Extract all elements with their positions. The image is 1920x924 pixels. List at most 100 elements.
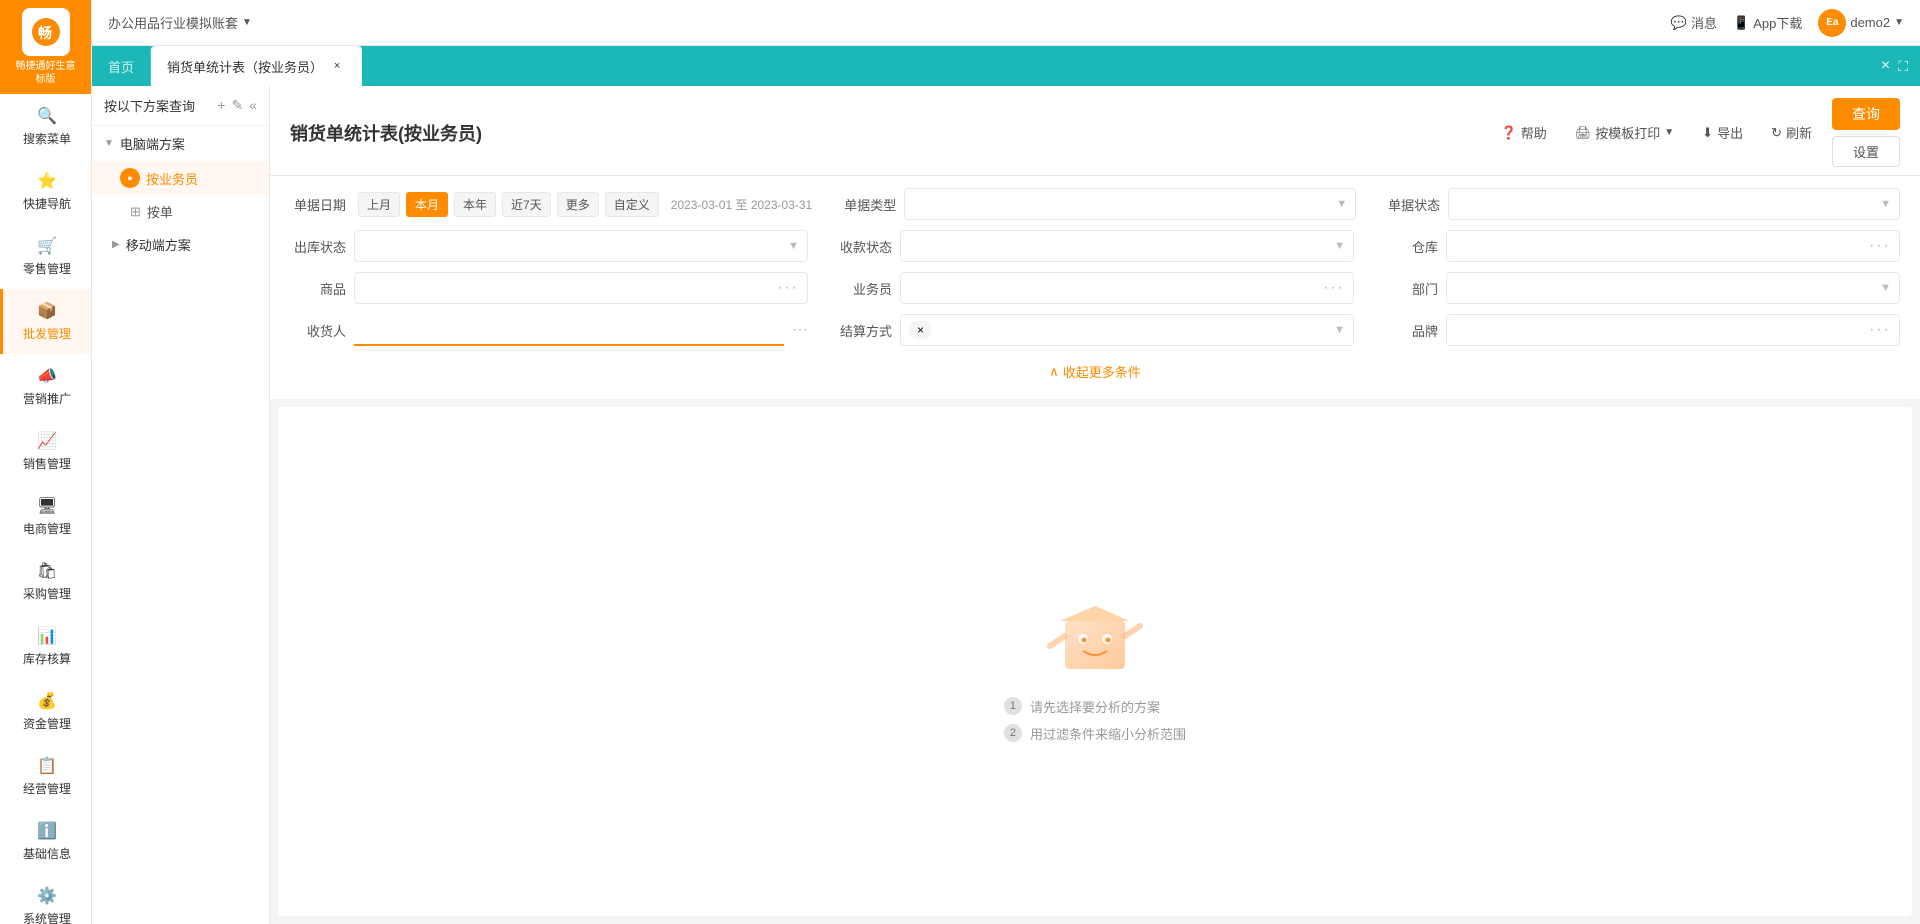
add-scheme-btn[interactable]: + xyxy=(217,97,225,114)
refresh-btn[interactable]: ↻ 刷新 xyxy=(1763,119,1820,146)
more-btn[interactable]: 更多 xyxy=(557,192,599,217)
left-panel-header: 按以下方案查询 + ✎ « xyxy=(92,86,269,126)
query-button[interactable]: 查询 xyxy=(1832,98,1900,130)
scheme-group-desktop-header[interactable]: ▼ 电脑端方案 xyxy=(92,126,269,161)
ecommerce-icon: 🖥 xyxy=(37,496,57,516)
last7-btn[interactable]: 近7天 xyxy=(502,192,551,217)
custom-btn[interactable]: 自定义 xyxy=(605,192,659,217)
salesperson-dots: ··· xyxy=(1323,279,1345,297)
sidebar-item-system[interactable]: ⚙️ 系统管理 xyxy=(0,874,91,924)
sidebar-item-finance[interactable]: 💰 资金管理 xyxy=(0,679,91,744)
last-month-btn[interactable]: 上月 xyxy=(358,192,400,217)
refresh-icon: ↻ xyxy=(1771,125,1782,141)
doc-status-select[interactable]: ▼ xyxy=(1448,188,1900,220)
dept-select[interactable]: ▼ xyxy=(1446,272,1900,304)
sidebar-item-sales[interactable]: 📈 销售管理 xyxy=(0,419,91,484)
message-btn[interactable]: 💬 消息 xyxy=(1671,13,1717,32)
empty-tip-1: 1 请先选择要分析的方案 xyxy=(1004,697,1186,716)
sidebar-item-operations[interactable]: 📋 经营管理 xyxy=(0,744,91,809)
export-btn[interactable]: ⬇ 导出 xyxy=(1694,119,1751,146)
user-name: demo2 xyxy=(1850,15,1890,30)
consignee-dots[interactable]: ··· xyxy=(792,321,808,339)
consignee-input[interactable] xyxy=(354,314,784,346)
out-status-label: 出库状态 xyxy=(290,237,346,256)
tab-expand-btn[interactable]: ⛶ xyxy=(1898,58,1908,75)
filter-row-1: 单据日期 上月 本月 本年 近7天 更多 自定义 2023-03-01 至 20… xyxy=(290,188,1900,220)
scheme-item-by-salesperson[interactable]: ● 按业务员 xyxy=(92,161,269,195)
purchase-icon: 🛍 xyxy=(37,561,57,581)
settings-button[interactable]: 设置 xyxy=(1832,136,1900,167)
sidebar-item-purchase[interactable]: 🛍 采购管理 xyxy=(0,549,91,614)
salesperson-select[interactable]: ··· xyxy=(900,272,1354,304)
collapse-text: 收起更多条件 xyxy=(1063,362,1141,381)
scheme-active-dot: ● xyxy=(120,168,140,188)
dept-label: 部门 xyxy=(1382,279,1438,298)
tab-bar-actions: × ⛶ xyxy=(1881,57,1920,75)
date-label: 单据日期 xyxy=(290,195,346,214)
tab-close-btn[interactable]: × xyxy=(329,58,345,74)
sidebar-item-inventory[interactable]: 📊 库存核算 xyxy=(0,614,91,679)
template-print-btn[interactable]: 🖨 按模板打印 ▼ xyxy=(1567,119,1682,146)
app-download-btn[interactable]: 📱 App下载 xyxy=(1733,13,1802,32)
sidebar-item-quick-nav[interactable]: ⭐ 快捷导航 xyxy=(0,159,91,224)
tip-num-1: 1 xyxy=(1004,697,1022,715)
mobile-group-label: 移动端方案 xyxy=(126,235,191,254)
goods-select[interactable]: ··· xyxy=(354,272,808,304)
brand-select[interactable]: ··· xyxy=(1446,314,1900,346)
edit-scheme-btn[interactable]: ✎ xyxy=(231,97,243,114)
settlement-label: 结算方式 xyxy=(836,321,892,340)
collapse-panel-btn[interactable]: « xyxy=(249,97,257,114)
collapse-icon: ∧ xyxy=(1049,364,1059,380)
out-status-select[interactable]: ▼ xyxy=(354,230,808,262)
filter-row-3: 商品 ··· 业务员 ··· 部门 xyxy=(290,272,1900,304)
sidebar-item-basic[interactable]: ℹ️ 基础信息 xyxy=(0,809,91,874)
scheme-item-by-order[interactable]: ⊞ 按单 xyxy=(92,195,269,228)
sidebar-item-wholesale[interactable]: 📦 批发管理 xyxy=(0,289,91,354)
tip-text-1: 请先选择要分析的方案 xyxy=(1030,697,1160,716)
user-chevron-icon: ▼ xyxy=(1894,17,1904,28)
collapse-filter-btn[interactable]: ∧ 收起更多条件 xyxy=(290,356,1900,387)
wholesale-icon: 📦 xyxy=(37,301,57,321)
quick-nav-icon: ⭐ xyxy=(37,171,57,191)
scheme-group-mobile-header[interactable]: ▶ 移动端方案 xyxy=(92,228,269,261)
tab-home[interactable]: 首页 xyxy=(92,46,151,86)
settlement-clear-icon: × xyxy=(917,323,924,337)
settlement-clear-tag[interactable]: × xyxy=(909,321,932,339)
app-download-icon: 📱 xyxy=(1733,15,1749,31)
sidebar-item-search[interactable]: 🔍 搜索菜单 xyxy=(0,94,91,159)
user-menu[interactable]: Ea demo2 ▼ xyxy=(1818,9,1904,37)
logo-area[interactable]: 畅 畅捷通好生意 标版 xyxy=(0,0,91,94)
tab-sales-stat[interactable]: 销货单统计表（按业务员） × xyxy=(151,46,362,86)
account-dropdown[interactable]: 办公用品行业模拟账套 ▼ xyxy=(108,13,252,32)
receipt-status-select[interactable]: ▼ xyxy=(900,230,1354,262)
tip-num-2: 2 xyxy=(1004,724,1022,742)
dept-arrow: ▼ xyxy=(1880,282,1891,294)
help-btn[interactable]: ❓ 帮助 xyxy=(1493,119,1555,146)
search-icon: 🔍 xyxy=(37,106,57,126)
sidebar-item-label: 经营管理 xyxy=(23,780,71,797)
sidebar-item-label: 批发管理 xyxy=(23,325,71,342)
right-panel: 销货单统计表(按业务员) ❓ 帮助 🖨 按模板打印 ▼ ⬇ xyxy=(270,86,1920,924)
sidebar-item-marketing[interactable]: 📣 营销推广 xyxy=(0,354,91,419)
home-tab-label: 首页 xyxy=(108,57,134,76)
help-icon: ❓ xyxy=(1501,125,1517,141)
sidebar-item-label: 基础信息 xyxy=(23,845,71,862)
filter-area: 单据日期 上月 本月 本年 近7天 更多 自定义 2023-03-01 至 20… xyxy=(270,176,1920,399)
chevron-down-icon: ▼ xyxy=(242,17,252,28)
this-month-btn[interactable]: 本月 xyxy=(406,192,448,217)
goods-label: 商品 xyxy=(290,279,346,298)
doc-type-select[interactable]: ▼ xyxy=(904,188,1356,220)
warehouse-select[interactable]: ··· xyxy=(1446,230,1900,262)
this-year-btn[interactable]: 本年 xyxy=(454,192,496,217)
tab-close-all-btn[interactable]: × xyxy=(1881,57,1890,75)
sidebar-item-retail[interactable]: 🛒 零售管理 xyxy=(0,224,91,289)
settlement-select[interactable]: × ▼ xyxy=(900,314,1354,346)
content-area: 按以下方案查询 + ✎ « ▼ 电脑端方案 ● 按业务员 xyxy=(92,86,1920,924)
help-label: 帮助 xyxy=(1521,123,1547,142)
sidebar: 畅 畅捷通好生意 标版 🔍 搜索菜单 ⭐ 快捷导航 🛒 零售管理 📦 批发管理 … xyxy=(0,0,92,924)
settlement-arrow: ▼ xyxy=(1334,324,1345,336)
basic-icon: ℹ️ xyxy=(37,821,57,841)
header-right: 💬 消息 📱 App下载 Ea demo2 ▼ xyxy=(1671,9,1904,37)
sidebar-item-ecommerce[interactable]: 🖥 电商管理 xyxy=(0,484,91,549)
sidebar-item-label: 搜索菜单 xyxy=(23,130,71,147)
